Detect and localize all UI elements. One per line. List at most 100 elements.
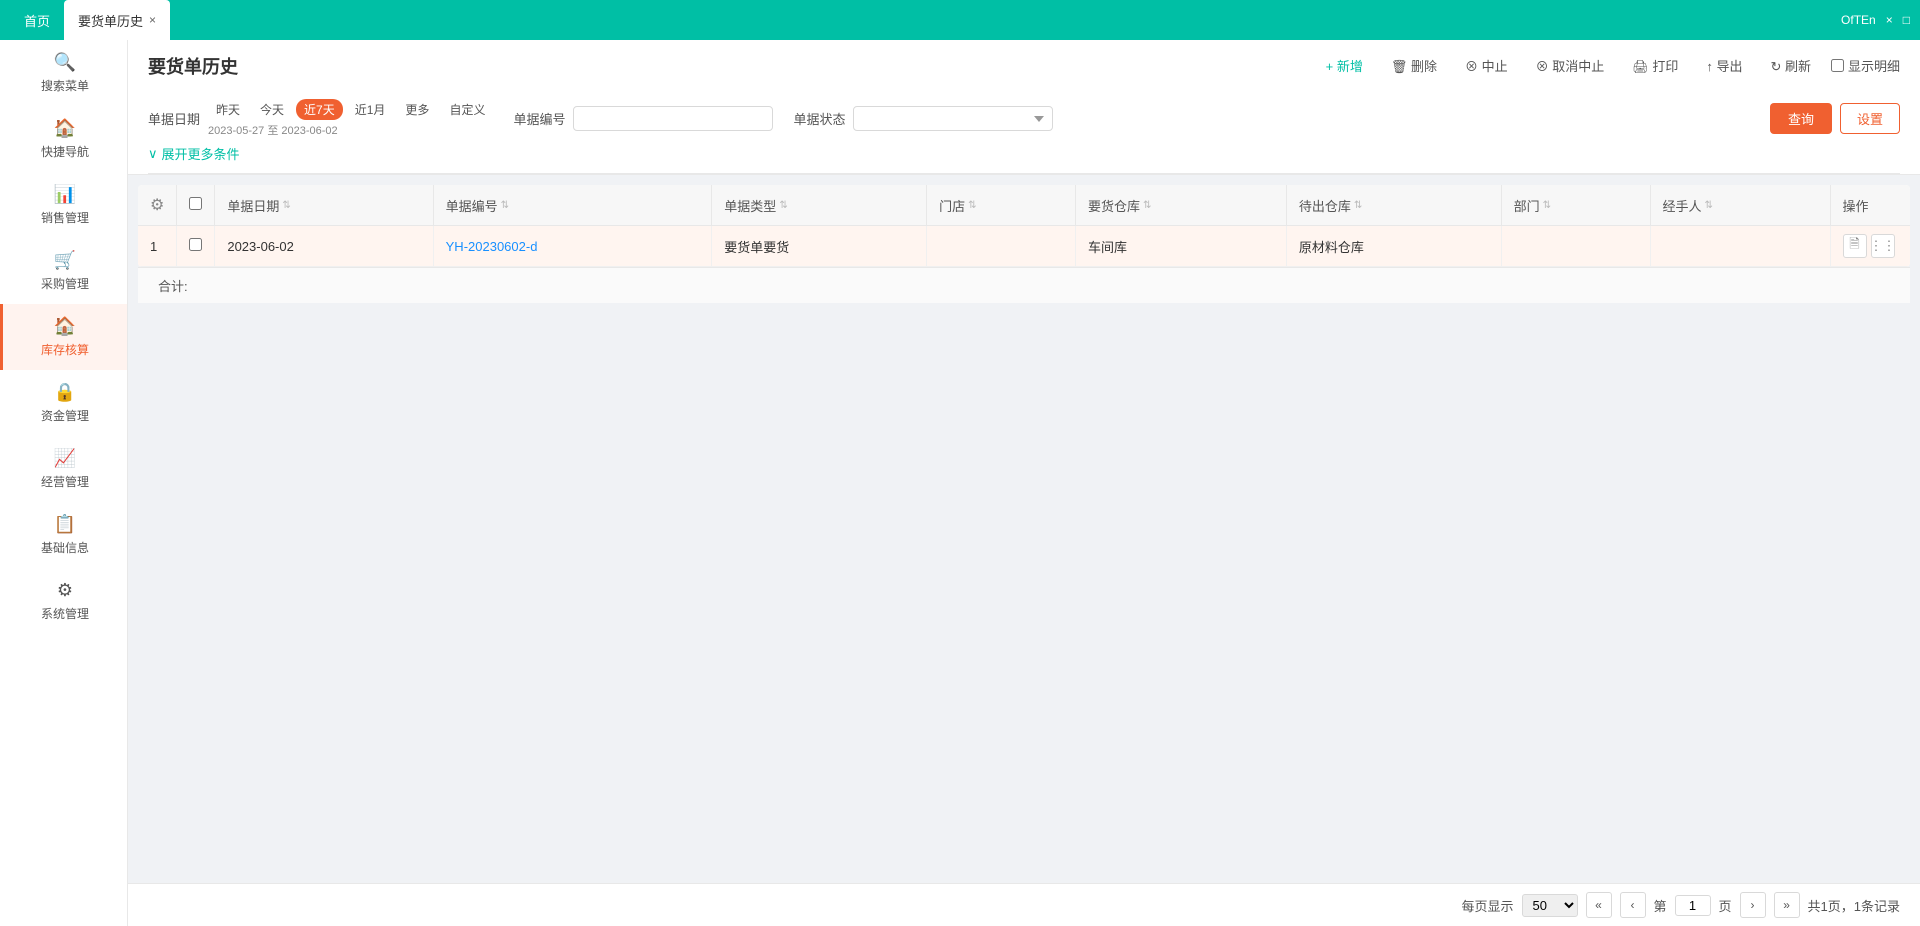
cell-handler bbox=[1650, 226, 1830, 267]
view-button[interactable]: 🗎 bbox=[1843, 234, 1867, 258]
add-button[interactable]: + 新增 bbox=[1318, 52, 1371, 79]
cell-req-warehouse: 车间库 bbox=[1075, 226, 1286, 267]
date-chips: 昨天 今天 近7天 近1月 更多 自定义 bbox=[208, 99, 493, 120]
sidebar-item-system[interactable]: ⚙ 系统管理 bbox=[0, 568, 127, 634]
expand-more-btn[interactable]: ∨ 展开更多条件 bbox=[148, 144, 1900, 163]
table-row: 1 2023-06-02 YH-20230602-d 要货单要货 车间库 原材料… bbox=[138, 226, 1910, 267]
last-page-btn[interactable]: » bbox=[1774, 892, 1800, 918]
sidebar-label-search: 搜索菜单 bbox=[41, 77, 89, 94]
data-table: ⚙ 单据日期 ⇅ 单据编号 bbox=[138, 185, 1910, 267]
more-button[interactable]: ⋮⋮ bbox=[1871, 234, 1895, 258]
docno-link[interactable]: YH-20230602-d bbox=[446, 239, 538, 254]
first-page-btn[interactable]: « bbox=[1586, 892, 1612, 918]
sort-req-warehouse[interactable]: 要货仓库 ⇅ bbox=[1088, 196, 1274, 215]
display-detail-checkbox[interactable] bbox=[1831, 59, 1844, 72]
sort-icon-pending-warehouse: ⇅ bbox=[1354, 200, 1362, 211]
chip-custom[interactable]: 自定义 bbox=[441, 99, 493, 120]
sort-department[interactable]: 部门 ⇅ bbox=[1514, 196, 1638, 215]
stop-button[interactable]: ⊗ 中止 bbox=[1457, 52, 1516, 79]
sort-date[interactable]: 单据日期 ⇅ bbox=[227, 196, 420, 215]
chip-7days[interactable]: 近7天 bbox=[296, 99, 343, 120]
status-filter-group: 单据状态 bbox=[793, 106, 1053, 131]
inventory-icon: 🏠 bbox=[54, 316, 76, 337]
filter-row-1: 单据日期 昨天 今天 近7天 近1月 更多 自定义 2023-05-27 至 2… bbox=[148, 99, 1900, 138]
display-detail-label: 显示明细 bbox=[1848, 56, 1900, 75]
cell-doctype: 要货单要货 bbox=[712, 226, 927, 267]
col-checkbox bbox=[177, 185, 215, 226]
sidebar-label-system: 系统管理 bbox=[41, 605, 89, 622]
sort-icon-department: ⇅ bbox=[1543, 200, 1551, 211]
sort-store[interactable]: 门店 ⇅ bbox=[939, 196, 1063, 215]
docnum-input[interactable] bbox=[573, 106, 773, 131]
cell-num: 1 bbox=[138, 226, 177, 267]
page-size-label: 每页显示 bbox=[1461, 896, 1513, 915]
column-settings-icon[interactable]: ⚙ bbox=[150, 195, 164, 215]
select-all-checkbox[interactable] bbox=[189, 197, 202, 210]
page-size-select[interactable]: 20 50 100 bbox=[1522, 894, 1578, 917]
table-area: ⚙ 单据日期 ⇅ 单据编号 bbox=[128, 175, 1920, 883]
refresh-button[interactable]: ↻ 刷新 bbox=[1762, 52, 1819, 79]
close-window-btn[interactable]: × bbox=[1886, 13, 1893, 27]
table-footer: 合计: bbox=[138, 267, 1910, 303]
cell-operation: 🗎 ⋮⋮ bbox=[1830, 226, 1910, 267]
sidebar-item-quick-nav[interactable]: 🏠 快捷导航 bbox=[0, 106, 127, 172]
display-detail-button[interactable]: 显示明细 bbox=[1831, 56, 1900, 75]
table-body: 1 2023-06-02 YH-20230602-d 要货单要货 车间库 原材料… bbox=[138, 226, 1910, 267]
page-title: 要货单历史 bbox=[148, 53, 238, 79]
cancel-stop-button[interactable]: ⊗ 取消中止 bbox=[1528, 52, 1613, 79]
chip-today[interactable]: 今天 bbox=[252, 99, 292, 120]
footer-label: 合计: bbox=[158, 279, 188, 294]
close-tab-history[interactable]: × bbox=[149, 13, 156, 27]
query-button[interactable]: 查询 bbox=[1770, 103, 1832, 134]
cell-date: 2023-06-02 bbox=[215, 226, 433, 267]
purchase-icon: 🛒 bbox=[54, 250, 76, 271]
sidebar-item-operations[interactable]: 📈 经营管理 bbox=[0, 436, 127, 502]
col-docno: 单据编号 ⇅ bbox=[433, 185, 712, 226]
expand-more-label: 展开更多条件 bbox=[162, 144, 240, 163]
print-button[interactable]: 🖨 打印 bbox=[1624, 52, 1686, 79]
sidebar-item-purchase[interactable]: 🛒 采购管理 bbox=[0, 238, 127, 304]
sidebar-item-sales[interactable]: 📊 销售管理 bbox=[0, 172, 127, 238]
col-pending-warehouse: 待出仓库 ⇅ bbox=[1286, 185, 1501, 226]
docnum-filter-label: 单据编号 bbox=[513, 109, 565, 128]
settings-button[interactable]: 设置 bbox=[1840, 103, 1900, 134]
cell-docno: YH-20230602-d bbox=[433, 226, 712, 267]
filter-bar: 单据日期 昨天 今天 近7天 近1月 更多 自定义 2023-05-27 至 2… bbox=[148, 89, 1900, 174]
minimize-btn[interactable]: □ bbox=[1903, 13, 1910, 27]
chip-more[interactable]: 更多 bbox=[397, 99, 437, 120]
sort-handler[interactable]: 经手人 ⇅ bbox=[1663, 196, 1818, 215]
sidebar-item-inventory[interactable]: 🏠 库存核算 bbox=[0, 304, 127, 370]
sort-icon-docno: ⇅ bbox=[501, 200, 509, 211]
export-button[interactable]: ↑ 导出 bbox=[1698, 52, 1750, 79]
sidebar-label-sales: 销售管理 bbox=[41, 209, 89, 226]
next-page-btn[interactable]: › bbox=[1740, 892, 1766, 918]
col-req-warehouse: 要货仓库 ⇅ bbox=[1075, 185, 1286, 226]
toolbar: + 新增 🗑 删除 ⊗ 中止 ⊗ 取消中止 🖨 打印 ↑ 导出 ↻ 刷新 显示明… bbox=[1318, 52, 1900, 79]
status-select-wrapper bbox=[853, 106, 1053, 131]
pagination-summary: 共1页，1条记录 bbox=[1808, 896, 1900, 915]
tab-home[interactable]: 首页 bbox=[10, 0, 64, 40]
search-icon: 🔍 bbox=[54, 52, 76, 73]
sidebar-item-basic-info[interactable]: 📋 基础信息 bbox=[0, 502, 127, 568]
page-unit: 页 bbox=[1719, 896, 1732, 915]
status-select[interactable] bbox=[853, 106, 1053, 131]
chip-yesterday[interactable]: 昨天 bbox=[208, 99, 248, 120]
sort-icon-store: ⇅ bbox=[968, 200, 976, 211]
top-bar-right: OfTEn × □ bbox=[1841, 13, 1910, 27]
sort-docno[interactable]: 单据编号 ⇅ bbox=[446, 196, 700, 215]
sort-icon-req-warehouse: ⇅ bbox=[1143, 200, 1151, 211]
delete-button[interactable]: 🗑 删除 bbox=[1383, 52, 1445, 79]
page-input[interactable] bbox=[1675, 895, 1711, 916]
sidebar-item-search[interactable]: 🔍 搜索菜单 bbox=[0, 40, 127, 106]
sidebar-item-finance[interactable]: 🔒 资金管理 bbox=[0, 370, 127, 436]
row-checkbox[interactable] bbox=[189, 238, 202, 251]
operations-icon: 📈 bbox=[54, 448, 76, 469]
page-header: 要货单历史 + 新增 🗑 删除 ⊗ 中止 ⊗ 取消中止 🖨 打印 ↑ 导出 ↻ … bbox=[128, 40, 1920, 175]
tab-history[interactable]: 要货单历史 × bbox=[64, 0, 170, 40]
sort-icon-doctype: ⇅ bbox=[779, 200, 787, 211]
chip-1month[interactable]: 近1月 bbox=[347, 99, 394, 120]
prev-page-btn[interactable]: ‹ bbox=[1620, 892, 1646, 918]
sort-pending-warehouse[interactable]: 待出仓库 ⇅ bbox=[1299, 196, 1489, 215]
sort-doctype[interactable]: 单据类型 ⇅ bbox=[724, 196, 914, 215]
often-label: OfTEn bbox=[1841, 13, 1876, 27]
